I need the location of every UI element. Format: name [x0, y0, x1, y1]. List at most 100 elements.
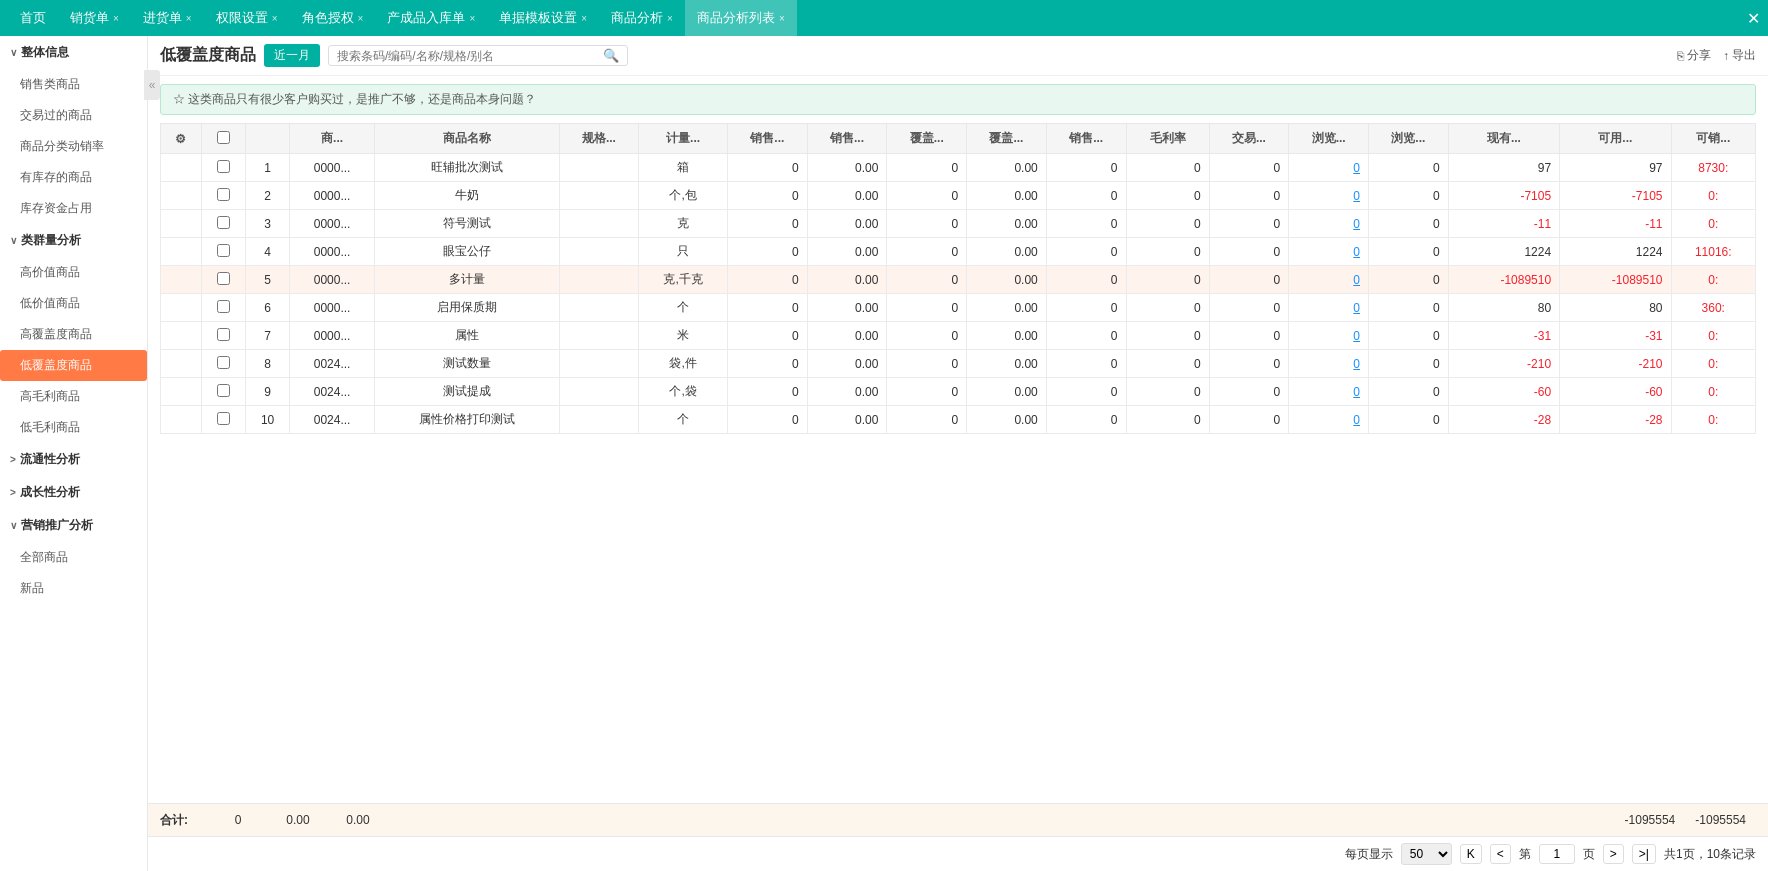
td-browse1[interactable]: 0 [1289, 238, 1369, 266]
td-browse1[interactable]: 0 [1289, 322, 1369, 350]
nav-close-icon[interactable]: × [779, 13, 785, 24]
th-current-stock[interactable]: 现有... [1448, 124, 1559, 154]
td-checkbox[interactable] [201, 322, 245, 350]
td-browse1[interactable]: 0 [1289, 210, 1369, 238]
nav-close-icon[interactable]: × [667, 13, 673, 24]
sidebar-section-成长性分析[interactable]: >成长性分析 [0, 476, 147, 509]
nav-close-icon[interactable]: × [272, 13, 278, 24]
nav-close-icon[interactable]: × [581, 13, 587, 24]
td-cell: 0 [1126, 322, 1209, 350]
sidebar-item-全部商品[interactable]: 全部商品 [0, 542, 147, 573]
td-checkbox[interactable] [201, 294, 245, 322]
nav-item-商品分析[interactable]: 商品分析 × [599, 0, 685, 36]
td-checkbox[interactable] [201, 266, 245, 294]
select-all-checkbox[interactable] [217, 131, 230, 144]
th-sales-amt[interactable]: 销售... [807, 124, 887, 154]
sidebar-item-新品[interactable]: 新品 [0, 573, 147, 604]
th-coverage2[interactable]: 覆盖... [967, 124, 1047, 154]
th-gross-rate[interactable]: 毛利率 [1126, 124, 1209, 154]
th-sales-days[interactable]: 销售... [1046, 124, 1126, 154]
nav-item-单据模板设置[interactable]: 单据模板设置 × [487, 0, 599, 36]
td-checkbox[interactable] [201, 238, 245, 266]
nav-item-产成品入库单[interactable]: 产成品入库单 × [375, 0, 487, 36]
sidebar-item-高价值商品[interactable]: 高价值商品 [0, 257, 147, 288]
page-number-input[interactable] [1539, 844, 1575, 864]
sidebar-section-流通性分析[interactable]: >流通性分析 [0, 443, 147, 476]
sidebar-section-营销推广分析[interactable]: ∨营销推广分析 [0, 509, 147, 542]
th-code[interactable]: 商... [290, 124, 374, 154]
td-cell: -28 [1560, 406, 1671, 434]
sidebar-section-整体信息[interactable]: ∨整体信息 [0, 36, 147, 69]
th-coverage1[interactable]: 覆盖... [887, 124, 967, 154]
sidebar-item-低毛利商品[interactable]: 低毛利商品 [0, 412, 147, 443]
td-cell: -210 [1560, 350, 1671, 378]
last-page-button[interactable]: >| [1632, 844, 1656, 864]
td-checkbox[interactable] [201, 154, 245, 182]
td-cell: 10 [245, 406, 290, 434]
th-spec[interactable]: 规格... [559, 124, 639, 154]
per-page-label: 每页显示 [1345, 846, 1393, 863]
th-trade[interactable]: 交易... [1209, 124, 1289, 154]
td-checkbox[interactable] [201, 182, 245, 210]
th-name[interactable]: 商品名称 [374, 124, 559, 154]
sidebar-item-低价值商品[interactable]: 低价值商品 [0, 288, 147, 319]
next-page-button[interactable]: > [1603, 844, 1624, 864]
td-browse1[interactable]: 0 [1289, 350, 1369, 378]
nav-close-icon[interactable]: × [186, 13, 192, 24]
nav-item-商品分析列表[interactable]: 商品分析列表 × [685, 0, 797, 36]
sidebar-collapse-button[interactable]: « [144, 70, 160, 100]
nav-item-角色授权[interactable]: 角色授权 × [290, 0, 376, 36]
search-input[interactable] [337, 49, 603, 63]
sidebar-item-有库存的商品[interactable]: 有库存的商品 [0, 162, 147, 193]
nav-item-销货单[interactable]: 销货单 × [58, 0, 131, 36]
th-browse1[interactable]: 浏览... [1289, 124, 1369, 154]
sidebar-item-库存资金占用[interactable]: 库存资金占用 [0, 193, 147, 224]
top-navigation: 首页销货单 ×进货单 ×权限设置 ×角色授权 ×产成品入库单 ×单据模板设置 ×… [0, 0, 1768, 36]
td-cell: 3 [245, 210, 290, 238]
td-browse1[interactable]: 0 [1289, 266, 1369, 294]
td-checkbox[interactable] [201, 378, 245, 406]
nav-item-首页[interactable]: 首页 [8, 0, 58, 36]
share-button[interactable]: ⎘ 分享 [1677, 47, 1711, 64]
td-checkbox[interactable] [201, 210, 245, 238]
first-page-button[interactable]: K [1460, 844, 1482, 864]
table-row: 60000...启用保质期个00.0000.00000008080360: [161, 294, 1756, 322]
th-checkbox[interactable] [201, 124, 245, 154]
sidebar-item-高覆盖度商品[interactable]: 高覆盖度商品 [0, 319, 147, 350]
sidebar-item-低覆盖度商品[interactable]: 低覆盖度商品 [0, 350, 147, 381]
td-cell: 0 [727, 210, 807, 238]
td-browse1[interactable]: 0 [1289, 154, 1369, 182]
nav-close-icon[interactable]: × [113, 13, 119, 24]
window-close-button[interactable]: ✕ [1747, 9, 1760, 28]
td-cell: -7105 [1560, 182, 1671, 210]
th-browse2[interactable]: 浏览... [1368, 124, 1448, 154]
td-cell: 0 [1209, 406, 1289, 434]
sidebar-item-高毛利商品[interactable]: 高毛利商品 [0, 381, 147, 412]
th-sales-qty[interactable]: 销售... [727, 124, 807, 154]
nav-close-icon[interactable]: × [358, 13, 364, 24]
td-browse1[interactable]: 0 [1289, 182, 1369, 210]
nav-item-权限设置[interactable]: 权限设置 × [204, 0, 290, 36]
td-cell: 0.00 [807, 238, 887, 266]
sidebar-item-商品分类动销率[interactable]: 商品分类动销率 [0, 131, 147, 162]
per-page-select[interactable]: 50 10 20 100 [1401, 843, 1452, 865]
sidebar-section-类群量分析[interactable]: ∨类群量分析 [0, 224, 147, 257]
th-available[interactable]: 可用... [1560, 124, 1671, 154]
nav-close-icon[interactable]: × [469, 13, 475, 24]
nav-item-进货单[interactable]: 进货单 × [131, 0, 204, 36]
sidebar-item-交易过的商品[interactable]: 交易过的商品 [0, 100, 147, 131]
td-checkbox[interactable] [201, 350, 245, 378]
table-container[interactable]: ⚙ 商... 商品名称 规格... 计量... 销售... 销售... 覆盖..… [148, 123, 1768, 803]
th-sellable[interactable]: 可销... [1671, 124, 1755, 154]
td-cell: 1224 [1448, 238, 1559, 266]
filter-recent-month-button[interactable]: 近一月 [264, 44, 320, 67]
export-button[interactable]: ↑ 导出 [1723, 47, 1756, 64]
td-browse1[interactable]: 0 [1289, 378, 1369, 406]
th-settings[interactable]: ⚙ [161, 124, 202, 154]
th-unit[interactable]: 计量... [639, 124, 728, 154]
sidebar-item-销售类商品[interactable]: 销售类商品 [0, 69, 147, 100]
td-browse1[interactable]: 0 [1289, 406, 1369, 434]
prev-page-button[interactable]: < [1490, 844, 1511, 864]
td-checkbox[interactable] [201, 406, 245, 434]
td-browse1[interactable]: 0 [1289, 294, 1369, 322]
